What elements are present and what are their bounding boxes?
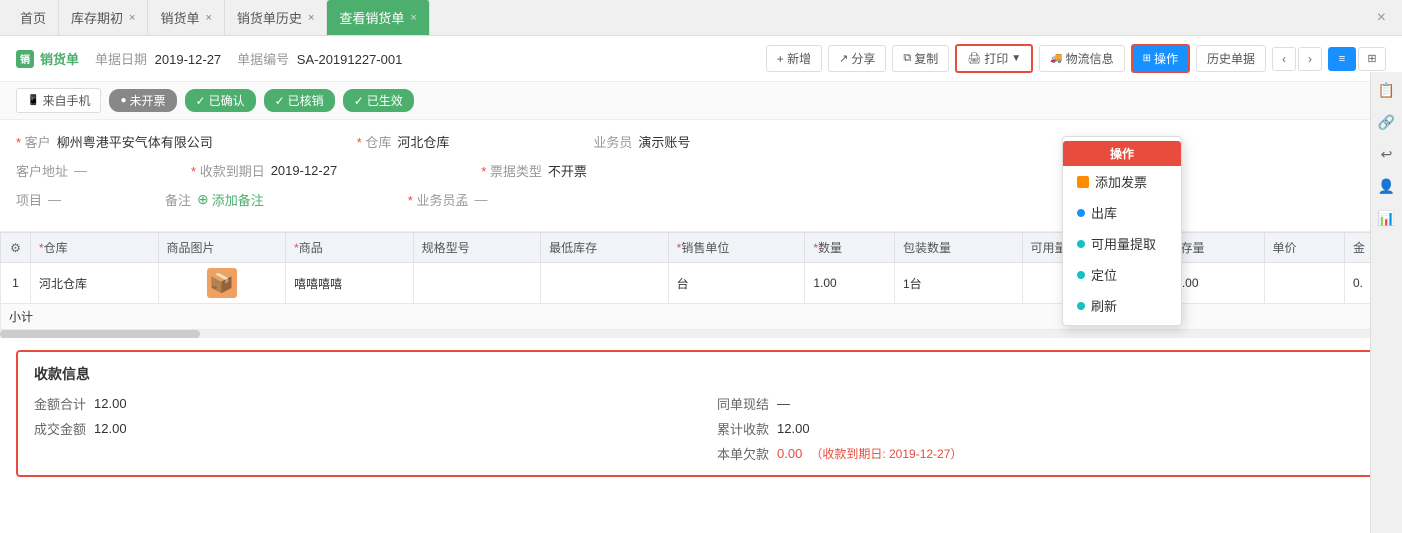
th-spec: 规格型号 [413, 233, 541, 263]
staff-field: 业务员 演示账号 [593, 132, 690, 151]
total-amount-row: 金额合计 12.00 [34, 394, 685, 413]
tab-bar: 首页 库存期初 × 销货单 × 销货单历史 × 查看销货单 × × [0, 0, 1402, 36]
doc-title: 销 销货单 [16, 49, 79, 68]
product-table: ⚙ *仓库 商品图片 *商品 规格型号 最低库存 *销售单位 *数量 包装数量 … [0, 231, 1402, 338]
table-scrollbar[interactable] [0, 330, 1402, 338]
customer-field: 客户 柳州粤港平安气体有限公司 [16, 132, 213, 151]
tab-close-sales[interactable]: × [205, 12, 211, 24]
actions-button[interactable]: ⊞ 操作 [1131, 44, 1190, 73]
tab-sales-history[interactable]: 销货单历史 × [225, 0, 327, 35]
sidebar-icon-undo[interactable]: ↩ [1373, 140, 1401, 168]
dropdown-title: 操作 [1063, 141, 1181, 166]
share-button[interactable]: ↗ 分享 [828, 45, 886, 72]
next-button[interactable]: › [1298, 47, 1322, 71]
toolbar: + 新增 ↗ 分享 ⧉ 复制 🖨 打印 ▼ 🚚 物流信息 [766, 44, 1386, 73]
cancel-button[interactable]: ✓ 已核销 [264, 89, 335, 112]
payment-info-title: 收款信息 [34, 364, 1368, 384]
new-button[interactable]: + 新增 [766, 45, 822, 72]
history-button[interactable]: 历史单据 [1196, 45, 1266, 72]
due-row: 本单欠款 0.00 （收款到期日: 2019-12-27） [717, 444, 1368, 463]
add-invoice-icon [1077, 176, 1089, 188]
doc-number-value: SA-20191227-001 [297, 52, 403, 67]
effective-button[interactable]: ✓ 已生效 [343, 89, 414, 112]
th-pack-qty: 包装数量 [894, 233, 1022, 263]
doc-meta: 单据日期 2019-12-27 单据编号 SA-20191227-001 [95, 49, 402, 68]
invoice-status-button[interactable]: ● 未开票 [109, 89, 176, 112]
date-label: 单据日期 2019-12-27 [95, 49, 221, 68]
sidebar-icon-chart[interactable]: 📊 [1373, 204, 1401, 232]
sales-staff-field: 业务员孟 — [408, 190, 488, 209]
table-row: 1 河北仓库 📦 嘻嘻嘻嘻 台 1.00 1台 12.00 [1, 263, 1402, 304]
dropdown-refresh[interactable]: 刷新 [1063, 290, 1181, 321]
form-area: 客户 柳州粤港平安气体有限公司 仓库 河北仓库 业务员 演示账号 客户地址 — [0, 120, 1402, 231]
address-field: 客户地址 — [16, 161, 87, 180]
dropdown-add-invoice[interactable]: 添加发票 [1063, 166, 1181, 197]
th-min-stock: 最低库存 [541, 233, 669, 263]
right-sidebar: 📋 🔗 ↩ 👤 📊 ⤢ [1370, 72, 1402, 533]
tab-sales-order[interactable]: 销货单 × [148, 0, 224, 35]
doc-type-icon: 销 [16, 50, 34, 68]
th-product: *商品 [286, 233, 414, 263]
sub-toolbar: 📱 来自手机 ● 未开票 ✓ 已确认 ✓ 已核销 ✓ 已生效 [0, 82, 1402, 120]
sidebar-icon-list[interactable]: 📋 [1373, 76, 1401, 104]
payment-date-field: 收款到期日 2019-12-27 [191, 161, 337, 180]
nav-arrows: ‹ › [1272, 47, 1322, 71]
cumulative-row: 累计收款 12.00 [717, 419, 1368, 438]
scrollbar-thumb[interactable] [0, 330, 200, 338]
window-close-button[interactable]: × [1369, 9, 1394, 27]
dropdown-locate[interactable]: 定位 [1063, 259, 1181, 290]
sidebar-icon-link[interactable]: 🔗 [1373, 108, 1401, 136]
tab-close-history[interactable]: × [308, 12, 314, 24]
phone-button[interactable]: 📱 来自手机 [16, 88, 101, 113]
warehouse-field: 仓库 河北仓库 [357, 132, 450, 151]
dropdown-available-qty[interactable]: 可用量提取 [1063, 228, 1181, 259]
outbound-icon [1077, 209, 1085, 217]
prev-button[interactable]: ‹ [1272, 47, 1296, 71]
copy-button[interactable]: ⧉ 复制 [892, 45, 949, 72]
th-quantity: *数量 [805, 233, 895, 263]
doc-header: 销 销货单 单据日期 2019-12-27 单据编号 SA-20191227-0… [0, 36, 1402, 82]
add-note-button[interactable]: ⊕ 添加备注 [197, 190, 264, 209]
view-grid-button[interactable]: ⊞ [1358, 47, 1386, 71]
tab-inventory-init[interactable]: 库存期初 × [59, 0, 148, 35]
doc-type-label: 销货单 [40, 49, 79, 68]
tab-close-view-sales[interactable]: × [410, 12, 416, 24]
th-settings[interactable]: ⚙ [1, 233, 31, 263]
logistics-button[interactable]: 🚚 物流信息 [1039, 45, 1124, 72]
same-order-row: 同单现结 — [717, 394, 1368, 413]
th-sales-unit: *销售单位 [668, 233, 805, 263]
locate-icon [1077, 271, 1085, 279]
actions-dropdown: 操作 添加发票 出库 可用量提取 定位 刷新 [1062, 136, 1182, 326]
main-content: 销 销货单 单据日期 2019-12-27 单据编号 SA-20191227-0… [0, 36, 1402, 533]
th-product-img: 商品图片 [158, 233, 286, 263]
dropdown-outbound[interactable]: 出库 [1063, 197, 1181, 228]
tab-view-sales[interactable]: 查看销货单 × [327, 0, 429, 35]
payment-info-panel: 收款信息 金额合计 12.00 同单现结 — 成交金额 12.00 累计收款 1… [16, 350, 1386, 477]
settings-icon[interactable]: ⚙ [10, 241, 21, 255]
view-list-button[interactable]: ≡ [1328, 47, 1356, 71]
ticket-type-field: 票据类型 不开票 [481, 161, 587, 180]
th-warehouse: *仓库 [31, 233, 159, 263]
payment-info-grid: 金额合计 12.00 同单现结 — 成交金额 12.00 累计收款 12.00 [34, 394, 1368, 463]
tab-close-inventory[interactable]: × [129, 12, 135, 24]
subtotal-row: 小计 [1, 304, 1402, 330]
refresh-icon [1077, 302, 1085, 310]
tab-home[interactable]: 首页 [8, 0, 59, 35]
number-label: 单据编号 SA-20191227-001 [237, 49, 402, 68]
sidebar-icon-user[interactable]: 👤 [1373, 172, 1401, 200]
available-qty-icon [1077, 240, 1085, 248]
print-button[interactable]: 🖨 打印 ▼ [955, 44, 1033, 73]
project-field: 项目 — [16, 190, 61, 209]
doc-date-value: 2019-12-27 [155, 52, 222, 67]
note-field: 备注 ⊕ 添加备注 [165, 190, 264, 209]
view-toggle: ≡ ⊞ [1328, 47, 1386, 71]
confirm-button[interactable]: ✓ 已确认 [185, 89, 256, 112]
transaction-row: 成交金额 12.00 [34, 419, 685, 438]
th-unit-price: 单价 [1264, 233, 1344, 263]
